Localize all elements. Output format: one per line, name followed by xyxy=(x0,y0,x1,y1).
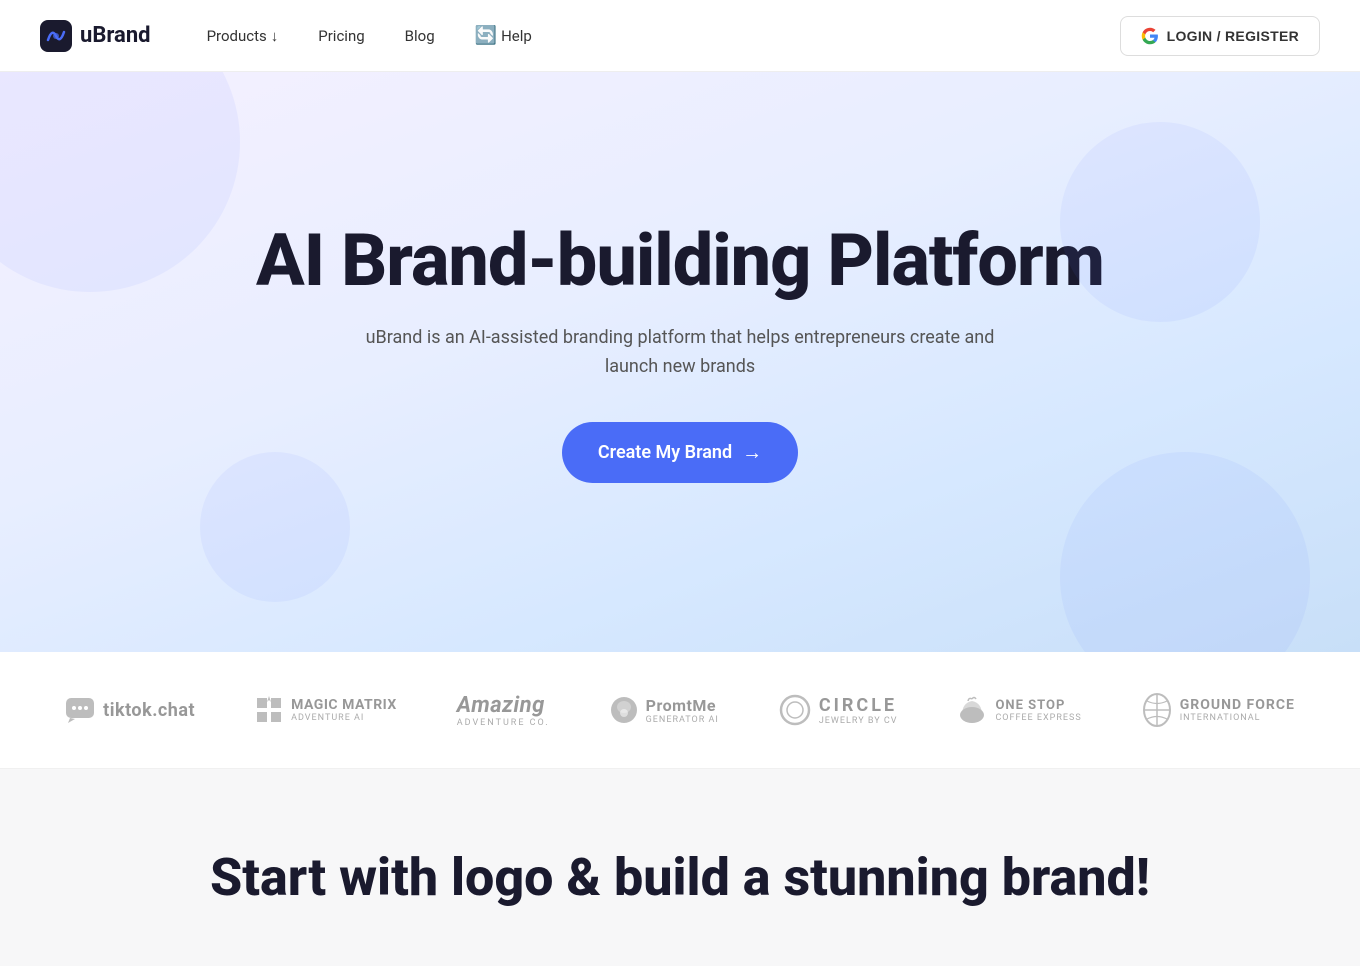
nav-blog[interactable]: Blog xyxy=(389,19,451,53)
promtme-text: PromtMe xyxy=(646,696,716,715)
brand-toktok-chat: tiktok.chat xyxy=(65,697,195,723)
toktok-chat-text: tiktok.chat xyxy=(103,700,195,721)
ground-force-sub: INTERNATIONAL xyxy=(1180,713,1261,723)
logo-strip: tiktok.chat MAGIC MATRIX ADVENTURE AI Am… xyxy=(0,652,1360,769)
one-stop-sub: COFFEE EXPRESS xyxy=(995,713,1081,723)
navbar-left: uBrand Products ↓ Pricing Blog 🔄 Help xyxy=(40,17,548,54)
circle-text: CIRCLE xyxy=(819,695,897,716)
chat-icon xyxy=(65,697,95,723)
circle-sub: JEWELRY BY CV xyxy=(819,716,898,726)
brand-magic-matrix: MAGIC MATRIX ADVENTURE AI xyxy=(255,696,397,724)
bottom-heading: Start with logo & build a stunning brand… xyxy=(40,849,1320,906)
amazing-sub: ADVENTURE CO. xyxy=(457,718,550,728)
brand-ground-force: GROUND FORCE INTERNATIONAL xyxy=(1142,692,1295,728)
magic-matrix-sub: ADVENTURE AI xyxy=(291,713,364,723)
promtme-icon xyxy=(610,696,638,724)
create-brand-button[interactable]: Create My Brand → xyxy=(562,422,798,483)
nav-links: Products ↓ Pricing Blog 🔄 Help xyxy=(191,17,548,54)
amazing-text: Amazing xyxy=(457,693,545,718)
ground-force-text: GROUND FORCE xyxy=(1180,697,1295,713)
nav-pricing[interactable]: Pricing xyxy=(302,19,380,53)
bottom-section: Start with logo & build a stunning brand… xyxy=(0,769,1360,966)
magic-matrix-text: MAGIC MATRIX xyxy=(291,697,397,713)
promtme-sub: GENERATOR AI xyxy=(646,715,719,725)
logo-icon xyxy=(40,20,72,52)
magic-matrix-icon xyxy=(255,696,283,724)
nav-products[interactable]: Products ↓ xyxy=(191,19,295,53)
brand-one-stop-coffee: ONE STOP COFFEE EXPRESS xyxy=(957,695,1081,725)
hero-subheading: uBrand is an AI-assisted branding platfo… xyxy=(350,324,1010,382)
logo-strip-inner: tiktok.chat MAGIC MATRIX ADVENTURE AI Am… xyxy=(0,692,1360,728)
logo[interactable]: uBrand xyxy=(40,20,151,52)
coffee-icon xyxy=(957,695,987,725)
brand-promtme: PromtMe GENERATOR AI xyxy=(610,696,719,725)
brand-circle-jewelry: CIRCLE JEWELRY BY CV xyxy=(779,694,898,726)
navbar: uBrand Products ↓ Pricing Blog 🔄 Help xyxy=(0,0,1360,72)
hero-heading: AI Brand-building Platform xyxy=(256,221,1104,300)
circle-icon xyxy=(779,694,811,726)
arrow-icon: → xyxy=(742,440,762,465)
hero-section: AI Brand-building Platform uBrand is an … xyxy=(0,72,1360,652)
logo-text: uBrand xyxy=(80,23,151,48)
one-stop-text: ONE STOP xyxy=(995,698,1065,713)
help-icon: 🔄 xyxy=(475,25,497,46)
nav-help[interactable]: 🔄 Help xyxy=(459,17,548,54)
login-register-button[interactable]: LOGIN / REGISTER xyxy=(1120,16,1320,56)
brand-amazing-adventure: Amazing ADVENTURE CO. xyxy=(457,693,550,728)
google-icon xyxy=(1141,27,1159,45)
ground-force-icon xyxy=(1142,692,1172,728)
